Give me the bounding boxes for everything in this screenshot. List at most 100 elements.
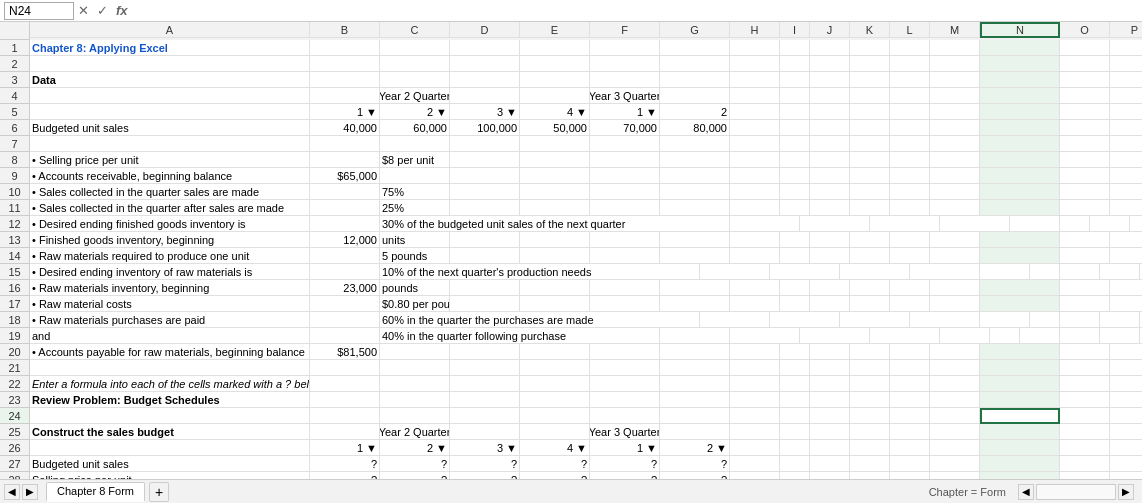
cell-m28[interactable] <box>930 472 980 479</box>
cell-i4[interactable] <box>780 88 810 104</box>
cell-f11[interactable] <box>590 200 660 216</box>
cell-g20[interactable] <box>660 344 730 360</box>
cell-d4[interactable] <box>450 88 520 104</box>
cell-n7[interactable] <box>980 136 1060 152</box>
cell-j26[interactable] <box>810 440 850 456</box>
cell-f19[interactable] <box>800 328 870 344</box>
cell-b22[interactable] <box>310 376 380 392</box>
cell-o25[interactable] <box>1060 424 1110 440</box>
cell-m17[interactable] <box>930 296 980 312</box>
cell-k15[interactable] <box>1100 264 1140 280</box>
cell-d20[interactable] <box>450 344 520 360</box>
cell-o9[interactable] <box>1060 168 1110 184</box>
cell-n10[interactable] <box>980 184 1060 200</box>
cell-d16[interactable] <box>450 280 520 296</box>
cell-a1[interactable]: Chapter 8: Applying Excel <box>30 40 310 56</box>
cell-d14[interactable] <box>450 248 520 264</box>
cell-o5[interactable] <box>1060 104 1110 120</box>
cell-e28[interactable]: ? <box>520 472 590 479</box>
cell-p8[interactable] <box>1110 152 1142 168</box>
cell-d26[interactable]: 3 ▼ <box>450 440 520 456</box>
cell-i25[interactable] <box>780 424 810 440</box>
tab-scroll-left-icon[interactable]: ◀ <box>4 484 20 500</box>
cell-n16[interactable] <box>980 280 1060 296</box>
col-header-b[interactable]: B <box>310 22 380 38</box>
cell-g16[interactable] <box>660 280 730 296</box>
cell-f18[interactable] <box>840 312 910 328</box>
col-header-i[interactable]: I <box>780 22 810 38</box>
cell-i12[interactable] <box>1060 216 1090 232</box>
cell-a26[interactable] <box>30 440 310 456</box>
cell-c4[interactable]: Year 2 Quarter <box>380 88 450 104</box>
cell-b8[interactable] <box>310 152 380 168</box>
cell-k21[interactable] <box>850 360 890 376</box>
cell-d21[interactable] <box>450 360 520 376</box>
cell-f8[interactable] <box>590 152 660 168</box>
cell-g23[interactable] <box>660 392 730 408</box>
cell-p21[interactable] <box>1110 360 1142 376</box>
cell-a12[interactable]: • Desired ending finished goods inventor… <box>30 216 310 232</box>
cell-k2[interactable] <box>850 56 890 72</box>
cell-h5[interactable] <box>730 104 780 120</box>
cell-n2[interactable] <box>980 56 1060 72</box>
cell-g1[interactable] <box>660 40 730 56</box>
cell-h4[interactable] <box>730 88 780 104</box>
cell-a15[interactable]: • Desired ending inventory of raw materi… <box>30 264 310 280</box>
cell-a9[interactable]: • Accounts receivable, beginning balance <box>30 168 310 184</box>
sheet-scroll-right-icon[interactable]: ▶ <box>1118 484 1134 500</box>
cell-f6[interactable]: 70,000 <box>590 120 660 136</box>
cell-l13[interactable] <box>890 232 930 248</box>
cell-f25[interactable]: Year 3 Quarter <box>590 424 660 440</box>
cell-l25[interactable] <box>890 424 930 440</box>
cell-m16[interactable] <box>930 280 980 296</box>
cell-n14[interactable] <box>980 248 1060 264</box>
cell-p2[interactable] <box>1110 56 1142 72</box>
cell-a23[interactable]: Review Problem: Budget Schedules <box>30 392 310 408</box>
cell-d7[interactable] <box>450 136 520 152</box>
cell-e9[interactable] <box>520 168 590 184</box>
col-header-p[interactable]: P <box>1110 22 1142 38</box>
cell-j11[interactable] <box>810 200 850 216</box>
cell-i22[interactable] <box>780 376 810 392</box>
cell-m21[interactable] <box>930 360 980 376</box>
cell-p27[interactable] <box>1110 456 1142 472</box>
cell-reference-box[interactable]: N24 <box>4 2 74 20</box>
cell-n6[interactable] <box>980 120 1060 136</box>
cell-f14[interactable] <box>590 248 660 264</box>
cell-f7[interactable] <box>590 136 660 152</box>
cell-h24[interactable] <box>730 408 780 424</box>
cell-h14[interactable] <box>730 248 780 264</box>
cell-m1[interactable] <box>930 40 980 56</box>
cell-e15[interactable] <box>770 264 840 280</box>
cell-b3[interactable] <box>310 72 380 88</box>
cell-k3[interactable] <box>850 72 890 88</box>
cell-n1[interactable] <box>980 40 1060 56</box>
cell-h9[interactable] <box>730 168 780 184</box>
cell-j14[interactable] <box>810 248 850 264</box>
cell-e4[interactable] <box>520 88 590 104</box>
cell-i23[interactable] <box>780 392 810 408</box>
cell-b12[interactable] <box>310 216 380 232</box>
col-header-c[interactable]: C <box>380 22 450 38</box>
cell-e25[interactable] <box>520 424 590 440</box>
cell-a21[interactable] <box>30 360 310 376</box>
cell-f27[interactable]: ? <box>590 456 660 472</box>
cell-h18[interactable] <box>980 312 1030 328</box>
cell-i1[interactable] <box>780 40 810 56</box>
cell-e21[interactable] <box>520 360 590 376</box>
cell-l22[interactable] <box>890 376 930 392</box>
cell-k4[interactable] <box>850 88 890 104</box>
col-header-j[interactable]: J <box>810 22 850 38</box>
cell-m7[interactable] <box>930 136 980 152</box>
cell-o4[interactable] <box>1060 88 1110 104</box>
cell-j8[interactable] <box>810 152 850 168</box>
cell-d1[interactable] <box>450 40 520 56</box>
cell-e7[interactable] <box>520 136 590 152</box>
cell-k10[interactable] <box>850 184 890 200</box>
cell-a22[interactable]: Enter a formula into each of the cells m… <box>30 376 310 392</box>
cell-g10[interactable] <box>660 184 730 200</box>
cell-f3[interactable] <box>590 72 660 88</box>
cell-g21[interactable] <box>660 360 730 376</box>
cell-a28[interactable]: Selling price per unit <box>30 472 310 479</box>
cell-p4[interactable] <box>1110 88 1142 104</box>
